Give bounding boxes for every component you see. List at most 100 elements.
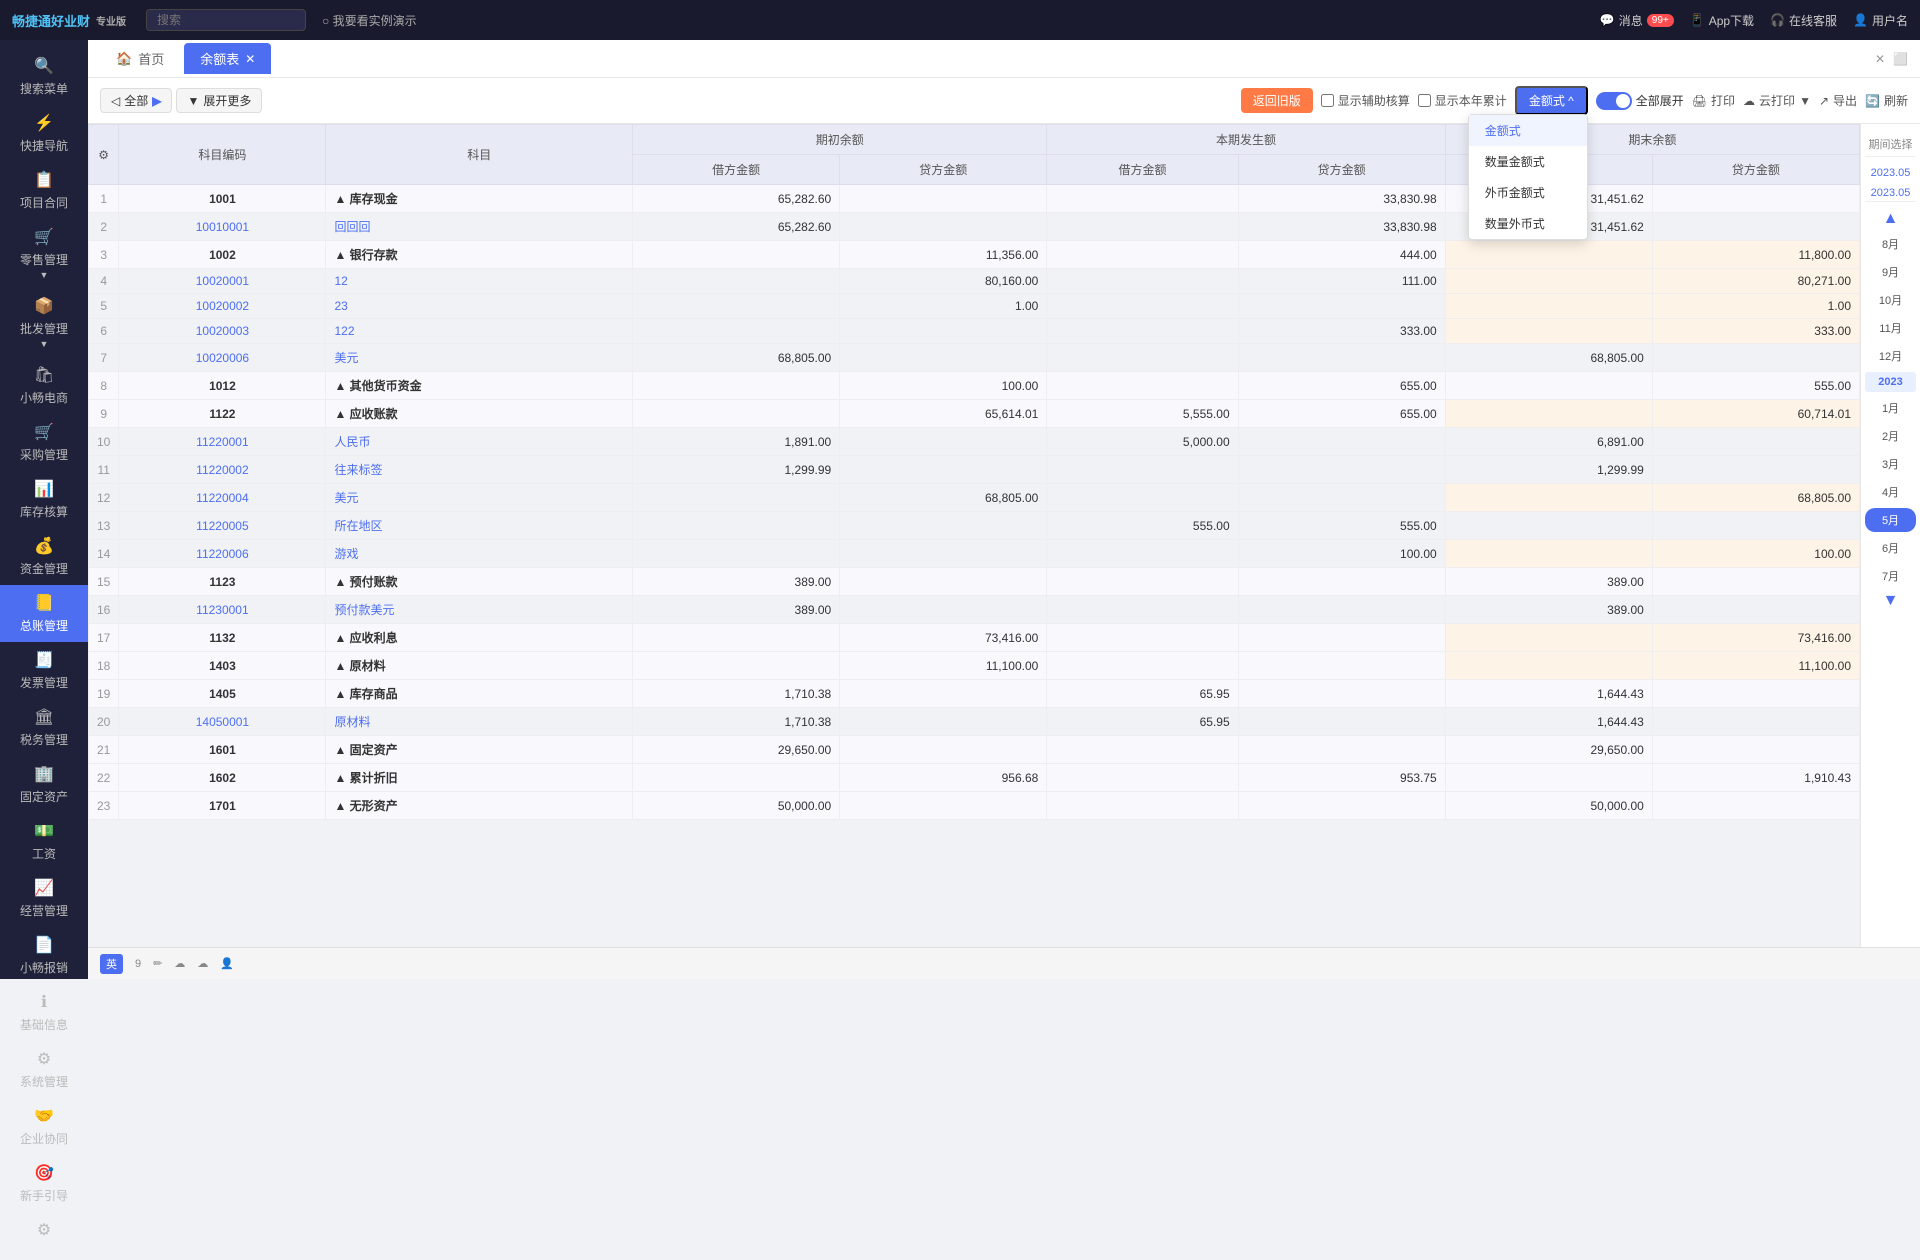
settings-icon[interactable]: ⚙ — [98, 148, 109, 162]
online-service-btn[interactable]: 🎧 在线客服 — [1770, 12, 1837, 29]
sidebar-item-wholesale[interactable]: 📦 批发管理 ▼ — [0, 288, 88, 357]
cell-code[interactable]: 11220006 — [119, 540, 326, 568]
print-btn[interactable]: 🖨 打印 — [1692, 92, 1735, 109]
toggle-expand[interactable]: 全部展开 — [1596, 92, 1684, 110]
cell-code[interactable]: 10010001 — [119, 213, 326, 241]
cell-code[interactable]: 11230001 — [119, 596, 326, 624]
mode-option-amount[interactable]: 金额式 — [1469, 115, 1587, 146]
cell-name[interactable]: ▲ 无形资产 — [326, 792, 633, 820]
cell-close-debit: 389.00 — [1445, 568, 1652, 596]
sidebar-item-search[interactable]: 🔍 搜索菜单 — [0, 48, 88, 105]
message-btn[interactable]: 💬 消息 99+ — [1600, 12, 1674, 29]
export-btn[interactable]: ↗ 导出 — [1819, 92, 1857, 109]
cell-code[interactable]: 10020006 — [119, 344, 326, 372]
breadcrumb-all[interactable]: ◁ 全部 ▶ — [100, 88, 172, 113]
cell-code[interactable]: 14050001 — [119, 708, 326, 736]
sidebar-item-basic[interactable]: ℹ 基础信息 — [0, 984, 88, 1041]
bottom-icon-cloud2[interactable]: ☁ — [197, 957, 208, 970]
sidebar-item-project[interactable]: 📋 项目合同 — [0, 162, 88, 219]
mode-btn[interactable]: 金额式 ^ — [1515, 86, 1588, 115]
tab-bar: 🏠 首页 余额表 ✕ ✕ ⬜ — [88, 40, 1920, 78]
month-8[interactable]: 8月 — [1865, 232, 1916, 256]
month-7[interactable]: 7月 — [1865, 564, 1916, 588]
cell-code[interactable]: 10020003 — [119, 319, 326, 344]
mode-option-foreign-amount[interactable]: 外币金额式 — [1469, 177, 1587, 208]
period-nav-down[interactable]: ▼ — [1865, 592, 1916, 610]
app-download-btn[interactable]: 📱 App下载 — [1690, 12, 1754, 29]
cell-code[interactable]: 11220002 — [119, 456, 326, 484]
maximize-btn[interactable]: ⬜ — [1893, 52, 1908, 66]
mode-option-qty-foreign[interactable]: 数量外币式 — [1469, 208, 1587, 239]
search-input[interactable] — [146, 9, 306, 31]
month-10[interactable]: 10月 — [1865, 288, 1916, 312]
period-nav-up[interactable]: ▲ — [1865, 210, 1916, 228]
month-4[interactable]: 4月 — [1865, 480, 1916, 504]
cell-name[interactable]: ▲ 应收账款 — [326, 400, 633, 428]
lang-switch[interactable]: 英 — [100, 954, 123, 974]
cell-code[interactable]: 10020001 — [119, 269, 326, 294]
refresh-btn[interactable]: 🔄 刷新 — [1865, 92, 1908, 109]
cell-code[interactable]: 10020002 — [119, 294, 326, 319]
sidebar-item-payroll[interactable]: 💵 工资 — [0, 813, 88, 870]
tab-home[interactable]: 🏠 首页 — [100, 43, 180, 74]
show-year-total-checkbox[interactable]: 显示本年累计 — [1418, 92, 1507, 109]
cell-code[interactable]: 11220004 — [119, 484, 326, 512]
sidebar-item-purchase[interactable]: 🛒 采购管理 — [0, 414, 88, 471]
cell-name[interactable]: ▲ 预付账款 — [326, 568, 633, 596]
month-2[interactable]: 2月 — [1865, 424, 1916, 448]
cell-name[interactable]: ▲ 其他货币资金 — [326, 372, 633, 400]
user-avatar[interactable]: 👤 用户名 — [1853, 12, 1908, 29]
sidebar-item-ecommerce[interactable]: 🛍 小畅电商 — [0, 357, 88, 414]
cell-code[interactable]: 11220001 — [119, 428, 326, 456]
table-row: 8 1012 ▲ 其他货币资金 100.00 655.00 555.00 — [89, 372, 1860, 400]
sidebar-item-ledger[interactable]: 📒 总账管理 — [0, 585, 88, 642]
bottom-icon-2[interactable]: ✏ — [153, 957, 162, 970]
sidebar-item-retail[interactable]: 🛒 零售管理 ▼ — [0, 219, 88, 288]
month-6[interactable]: 6月 — [1865, 536, 1916, 560]
toggle-switch-btn[interactable] — [1596, 92, 1632, 110]
return-old-btn[interactable]: 返回旧版 — [1241, 88, 1313, 113]
cell-name[interactable]: ▲ 应收利息 — [326, 624, 633, 652]
cell-name[interactable]: ▲ 库存现金 — [326, 185, 633, 213]
expand-more-btn[interactable]: ▼ 展开更多 — [176, 88, 262, 113]
month-12[interactable]: 12月 — [1865, 344, 1916, 368]
cell-name[interactable]: ▲ 库存商品 — [326, 680, 633, 708]
month-1[interactable]: 1月 — [1865, 396, 1916, 420]
sidebar-item-operations[interactable]: 📈 经营管理 — [0, 870, 88, 927]
tab-balance[interactable]: 余额表 ✕ — [184, 43, 271, 74]
bottom-icon-user[interactable]: 👤 — [220, 957, 234, 970]
cell-name[interactable]: ▲ 银行存款 — [326, 241, 633, 269]
cell-name[interactable]: ▲ 固定资产 — [326, 736, 633, 764]
cell-num: 6 — [89, 319, 119, 344]
sidebar-item-assets[interactable]: 🏢 固定资产 — [0, 756, 88, 813]
cell-open-credit — [840, 596, 1047, 624]
cell-period-credit: 655.00 — [1238, 372, 1445, 400]
sidebar-settings-btn[interactable]: ⚙ — [33, 1212, 55, 1250]
cloud-print-btn[interactable]: ☁ 云打印 ▼ — [1743, 92, 1811, 109]
sidebar-item-system[interactable]: ⚙ 系统管理 — [0, 1041, 88, 1098]
month-5[interactable]: 5月 — [1865, 508, 1916, 532]
show-assist-checkbox[interactable]: 显示辅助核算 — [1321, 92, 1410, 109]
sidebar-item-funds[interactable]: 💰 资金管理 — [0, 528, 88, 585]
cell-period-debit: 65.95 — [1047, 708, 1238, 736]
mode-option-qty-amount[interactable]: 数量金额式 — [1469, 146, 1587, 177]
col-settings[interactable]: ⚙ — [89, 125, 119, 185]
cell-name[interactable]: ▲ 原材料 — [326, 652, 633, 680]
month-9[interactable]: 9月 — [1865, 260, 1916, 284]
sidebar-item-reports[interactable]: 📄 小畅报销 — [0, 927, 88, 984]
tab-close-btn[interactable]: ✕ — [245, 52, 255, 66]
month-11[interactable]: 11月 — [1865, 316, 1916, 340]
bottom-icon-1[interactable]: 9 — [135, 958, 141, 970]
close-window-btn[interactable]: ✕ — [1875, 52, 1885, 66]
sidebar-item-quicknav[interactable]: ⚡ 快捷导航 — [0, 105, 88, 162]
bottom-icon-cloud1[interactable]: ☁ — [174, 957, 185, 970]
cell-name[interactable]: ▲ 累计折旧 — [326, 764, 633, 792]
sidebar-item-coop[interactable]: 🤝 企业协同 — [0, 1098, 88, 1155]
sidebar-item-inventory[interactable]: 📊 库存核算 — [0, 471, 88, 528]
sidebar-item-tax[interactable]: 🏛 税务管理 — [0, 699, 88, 756]
demo-link[interactable]: ○ 我要看实例演示 — [322, 12, 417, 29]
sidebar-item-invoice[interactable]: 🧾 发票管理 — [0, 642, 88, 699]
month-3[interactable]: 3月 — [1865, 452, 1916, 476]
sidebar-item-guide[interactable]: 🎯 新手引导 — [0, 1155, 88, 1212]
cell-code[interactable]: 11220005 — [119, 512, 326, 540]
